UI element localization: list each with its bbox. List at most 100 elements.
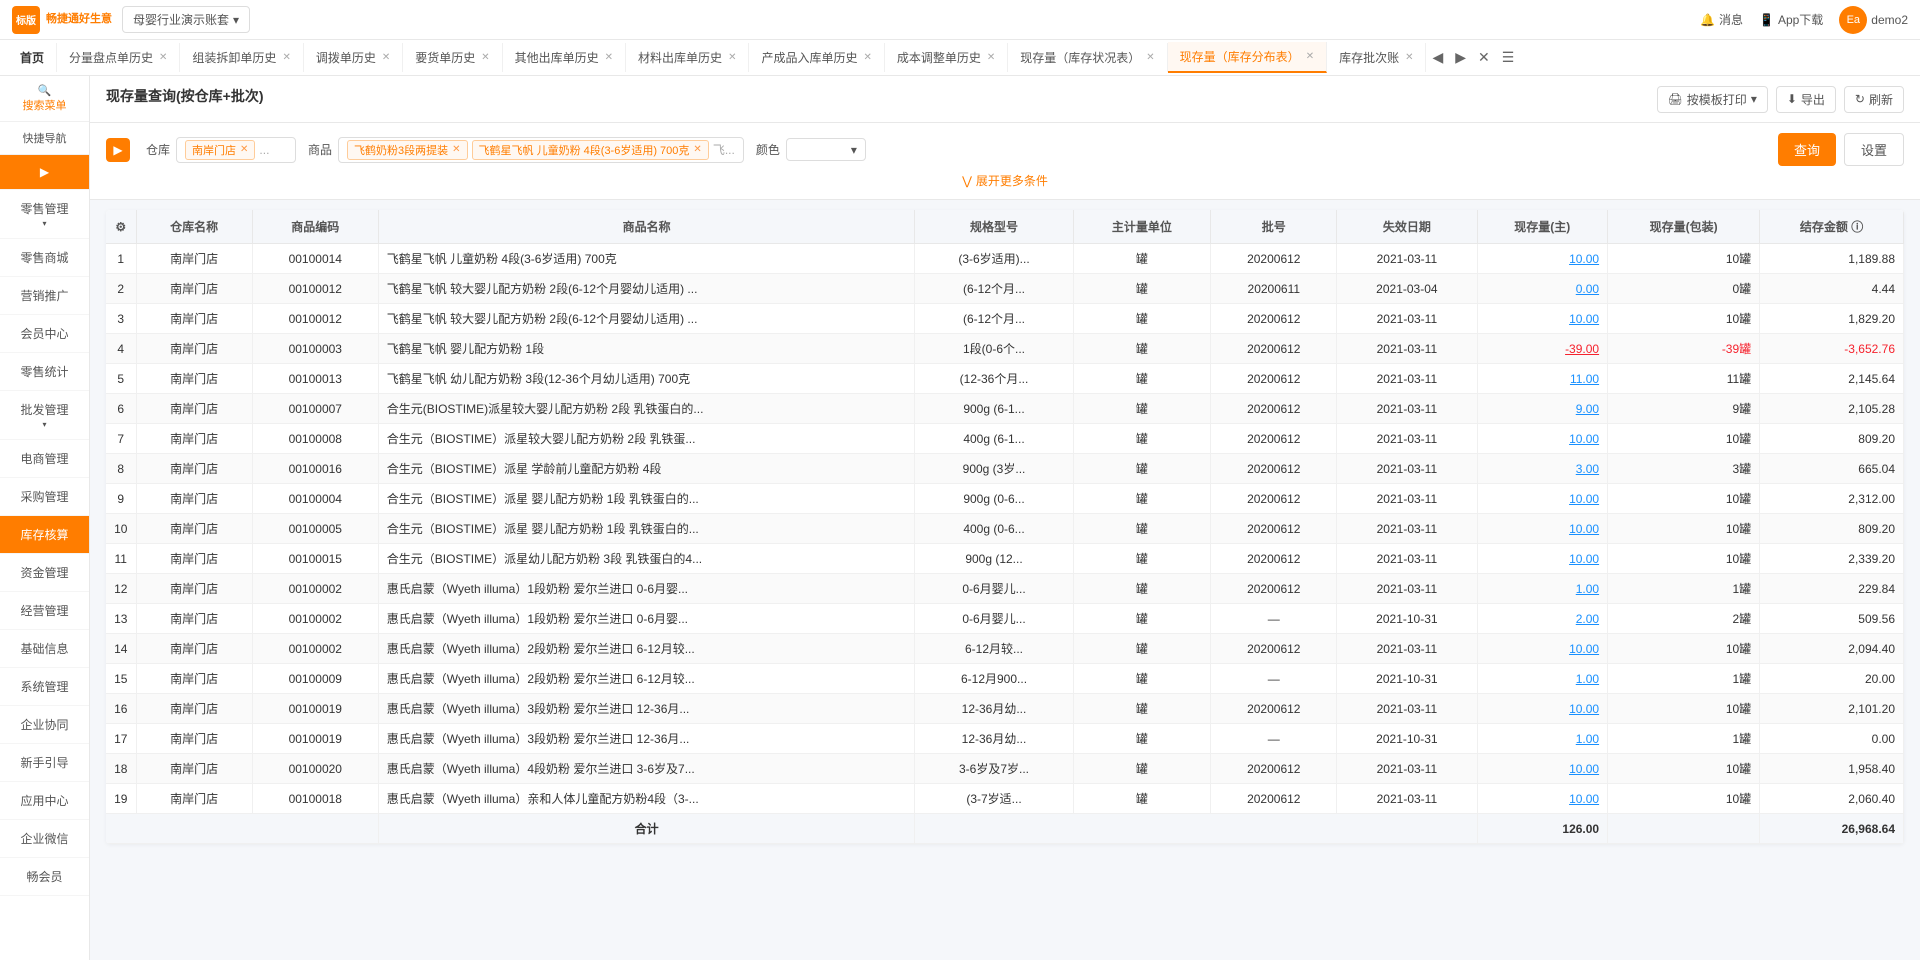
top-right-actions: 🔔 消息 📱 App下载 Ea demo2 bbox=[1700, 6, 1908, 34]
cell-qty-main[interactable]: 1.00 bbox=[1477, 724, 1608, 754]
cell-spec: (6-12个月... bbox=[915, 274, 1073, 304]
export-btn[interactable]: ⬇ 导出 bbox=[1776, 86, 1836, 113]
cell-qty-main[interactable]: 10.00 bbox=[1477, 304, 1608, 334]
cell-qty-main[interactable]: 3.00 bbox=[1477, 454, 1608, 484]
tab-menu[interactable]: ☰ bbox=[1496, 45, 1521, 70]
tab-1[interactable]: 分量盘点单历史 ✕ bbox=[57, 43, 180, 72]
print-btn[interactable]: 🖨 按模板打印 ▾ bbox=[1657, 86, 1768, 113]
cell-qty-main[interactable]: 10.00 bbox=[1477, 544, 1608, 574]
tab-close-2[interactable]: ✕ bbox=[282, 52, 290, 63]
cell-qty-main[interactable]: -39.00 bbox=[1477, 334, 1608, 364]
cell-amount: 1,829.20 bbox=[1760, 304, 1904, 334]
cell-no: 10 bbox=[106, 514, 136, 544]
tab-nav-prev[interactable]: ◀ bbox=[1426, 45, 1449, 70]
tab-close-4[interactable]: ✕ bbox=[481, 52, 489, 63]
sidebar-item-basic-info[interactable]: 基础信息 bbox=[0, 630, 89, 668]
sidebar-item-finance[interactable]: 资金管理 bbox=[0, 554, 89, 592]
sidebar-search[interactable]: 🔍 搜索菜单 bbox=[0, 76, 89, 122]
tab-6[interactable]: 材料出库单历史 ✕ bbox=[626, 43, 749, 72]
user-profile[interactable]: Ea demo2 bbox=[1839, 6, 1908, 34]
cell-qty-main[interactable]: 0.00 bbox=[1477, 274, 1608, 304]
tab-10[interactable]: 现存量（库存分布表） ✕ bbox=[1168, 42, 1327, 73]
tab-home[interactable]: 首页 bbox=[8, 43, 57, 72]
cell-qty-main[interactable]: 2.00 bbox=[1477, 604, 1608, 634]
product-tag-1-close[interactable]: ✕ bbox=[452, 144, 460, 155]
cell-qty-main[interactable]: 10.00 bbox=[1477, 754, 1608, 784]
app-download-btn[interactable]: 📱 App下载 bbox=[1759, 11, 1823, 28]
sidebar-item-operations[interactable]: 经营管理 bbox=[0, 592, 89, 630]
sidebar-item-ecommerce[interactable]: 电商管理 bbox=[0, 440, 89, 478]
cell-qty-pack: 10罐 bbox=[1608, 244, 1760, 274]
cell-spec: (3-7岁适... bbox=[915, 784, 1073, 814]
tab-close-8[interactable]: ✕ bbox=[987, 52, 995, 63]
cell-qty-main[interactable]: 1.00 bbox=[1477, 664, 1608, 694]
sidebar-item-guide[interactable]: 新手引导 bbox=[0, 744, 89, 782]
cell-spec: 1段(0-6个... bbox=[915, 334, 1073, 364]
cell-qty-main[interactable]: 10.00 bbox=[1477, 784, 1608, 814]
cell-qty-main[interactable]: 10.00 bbox=[1477, 244, 1608, 274]
sidebar-item-collab[interactable]: 企业协同 bbox=[0, 706, 89, 744]
tab-close-11[interactable]: ✕ bbox=[1405, 52, 1413, 63]
expand-more-btn[interactable]: ⋁ 展开更多条件 bbox=[962, 172, 1048, 189]
tab-3[interactable]: 调拨单历史 ✕ bbox=[304, 43, 403, 72]
tab-close-7[interactable]: ✕ bbox=[863, 52, 871, 63]
message-btn[interactable]: 🔔 消息 bbox=[1700, 11, 1743, 28]
tab-close-9[interactable]: ✕ bbox=[1146, 52, 1154, 63]
filter-toggle-btn[interactable]: ▶ bbox=[106, 138, 130, 162]
sidebar-expand-btn[interactable]: ▶ bbox=[0, 155, 89, 190]
tab-nav-next[interactable]: ▶ bbox=[1449, 45, 1472, 70]
cell-qty-main[interactable]: 9.00 bbox=[1477, 394, 1608, 424]
sidebar-item-marketing[interactable]: 营销推广 bbox=[0, 277, 89, 315]
account-selector[interactable]: 母婴行业演示账套 ▾ bbox=[122, 6, 250, 33]
sidebar-item-purchase[interactable]: 采购管理 bbox=[0, 478, 89, 516]
cell-qty-main[interactable]: 10.00 bbox=[1477, 514, 1608, 544]
col-settings[interactable]: ⚙ bbox=[106, 210, 136, 244]
settings-icon[interactable]: ⚙ bbox=[115, 220, 126, 234]
cell-qty-main[interactable]: 1.00 bbox=[1477, 574, 1608, 604]
tab-close-5[interactable]: ✕ bbox=[605, 52, 613, 63]
col-amount[interactable]: 结存金额 ⓘ bbox=[1760, 210, 1904, 244]
query-btn[interactable]: 查询 bbox=[1778, 133, 1836, 166]
sidebar-item-member-app[interactable]: 畅会员 bbox=[0, 858, 89, 896]
tab-8[interactable]: 成本调整单历史 ✕ bbox=[885, 43, 1008, 72]
tab-close-1[interactable]: ✕ bbox=[159, 52, 167, 63]
sidebar-item-system[interactable]: 系统管理 bbox=[0, 668, 89, 706]
tab-5[interactable]: 其他出库单历史 ✕ bbox=[503, 43, 626, 72]
tab-close-3[interactable]: ✕ bbox=[382, 52, 390, 63]
cell-qty-main[interactable]: 10.00 bbox=[1477, 424, 1608, 454]
tab-2[interactable]: 组装拆卸单历史 ✕ bbox=[180, 43, 303, 72]
warehouse-input[interactable]: 南岸门店 ✕ ... bbox=[176, 137, 296, 163]
tab-close-6[interactable]: ✕ bbox=[728, 52, 736, 63]
table-row: 5 南岸门店 00100013 飞鹤星飞帆 幼儿配方奶粉 3段(12-36个月幼… bbox=[106, 364, 1904, 394]
tab-4[interactable]: 要货单历史 ✕ bbox=[403, 43, 502, 72]
page-header: 现存量查询(按仓库+批次) 🖨 按模板打印 ▾ ⬇ 导出 ↻ 刷新 bbox=[90, 76, 1920, 123]
warehouse-tag-close[interactable]: ✕ bbox=[240, 144, 248, 155]
setting-btn[interactable]: 设置 bbox=[1844, 133, 1904, 166]
sidebar-item-app-center[interactable]: 应用中心 bbox=[0, 782, 89, 820]
cell-qty-main[interactable]: 10.00 bbox=[1477, 694, 1608, 724]
cell-name: 飞鹤星飞帆 幼儿配方奶粉 3段(12-36个月幼儿适用) 700克 bbox=[378, 364, 915, 394]
product-tag-2-close[interactable]: ✕ bbox=[693, 144, 701, 155]
cell-batch: 20200612 bbox=[1211, 784, 1337, 814]
col-qty-main: 现存量(主) bbox=[1477, 210, 1608, 244]
sidebar-item-retail-stats[interactable]: 零售统计 bbox=[0, 353, 89, 391]
cell-qty-main[interactable]: 11.00 bbox=[1477, 364, 1608, 394]
sidebar-quick-nav[interactable]: 快捷导航 bbox=[0, 122, 89, 155]
color-dropdown[interactable]: ▾ bbox=[786, 138, 866, 161]
tab-7[interactable]: 产成品入库单历史 ✕ bbox=[749, 43, 884, 72]
sidebar-item-retail-mgmt[interactable]: 零售管理 ▾ bbox=[0, 190, 89, 239]
tab-close-10[interactable]: ✕ bbox=[1306, 51, 1314, 62]
product-input[interactable]: 飞鹤奶粉3段两提装 ✕ 飞鹤星飞帆 儿童奶粉 4段(3-6岁适用) 700克 ✕… bbox=[338, 137, 744, 163]
filter-expand-left[interactable]: ▶ bbox=[106, 138, 130, 162]
sidebar-item-wholesale[interactable]: 批发管理 ▾ bbox=[0, 391, 89, 440]
cell-qty-main[interactable]: 10.00 bbox=[1477, 484, 1608, 514]
sidebar-item-retail-mall[interactable]: 零售商城 bbox=[0, 239, 89, 277]
cell-qty-main[interactable]: 10.00 bbox=[1477, 634, 1608, 664]
tab-close-all[interactable]: ✕ bbox=[1472, 45, 1496, 70]
sidebar-item-inventory[interactable]: 库存核算 bbox=[0, 516, 89, 554]
tab-11[interactable]: 库存批次账 ✕ bbox=[1327, 43, 1426, 72]
sidebar-item-member[interactable]: 会员中心 bbox=[0, 315, 89, 353]
refresh-btn[interactable]: ↻ 刷新 bbox=[1844, 86, 1904, 113]
sidebar-item-wechat[interactable]: 企业微信 bbox=[0, 820, 89, 858]
tab-9[interactable]: 现存量（库存状况表） ✕ bbox=[1008, 43, 1167, 72]
